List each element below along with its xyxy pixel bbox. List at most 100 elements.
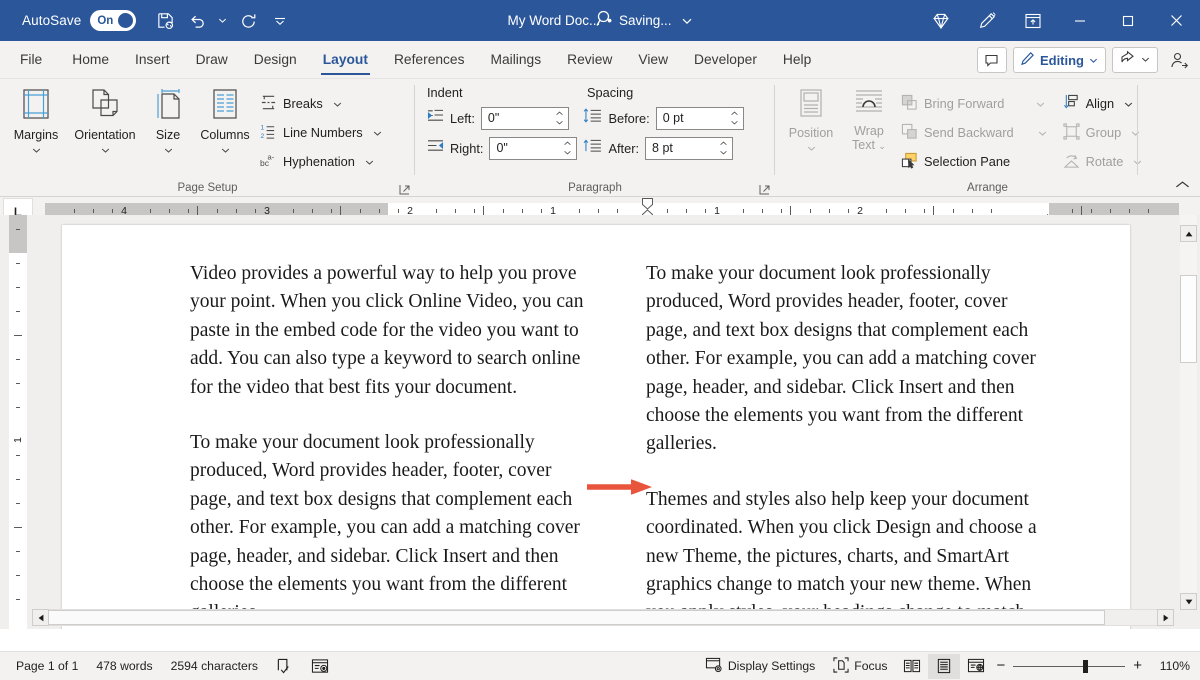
position-icon	[795, 87, 827, 122]
document-title[interactable]: My Word Doc...	[507, 13, 600, 28]
rotate-button[interactable]: Rotate	[1059, 147, 1147, 176]
comments-button[interactable]	[976, 47, 1007, 73]
maximize-button[interactable]	[1104, 0, 1152, 41]
indent-right-icon	[427, 138, 444, 158]
copilot-diamond-icon[interactable]	[918, 0, 964, 41]
tab-review[interactable]: Review	[554, 41, 625, 78]
page-indicator[interactable]: Page 1 of 1	[7, 655, 87, 678]
share-chevron-down-icon	[1141, 51, 1150, 69]
tab-draw[interactable]: Draw	[183, 41, 241, 78]
indent-left-input[interactable]: 0"	[480, 106, 569, 130]
position-button[interactable]: Position	[781, 83, 841, 180]
focus-button[interactable]: Focus	[824, 655, 896, 678]
send-backward-button[interactable]: Send Backward	[897, 118, 1051, 147]
spacing-after-spinner[interactable]	[719, 138, 728, 159]
ribbon-group-arrange: Position Wrap Text ⌄ Bring Forward Send …	[775, 79, 1200, 197]
columns-button[interactable]: Columns	[194, 83, 256, 180]
indent-left-label: Left:	[450, 110, 475, 126]
ribbon-tabs: File Home Insert Draw Design Layout Refe…	[0, 41, 1200, 79]
accessibility-checker-icon[interactable]	[302, 655, 338, 678]
horizontal-scrollbar-thumb[interactable]	[33, 610, 1105, 625]
paragraph[interactable]: To make your document look professionall…	[646, 260, 1046, 459]
scroll-left-button[interactable]	[32, 609, 49, 626]
line-numbers-button[interactable]: 1 2 Line Numbers	[256, 118, 386, 147]
pen-draw-icon[interactable]	[964, 0, 1010, 41]
minimize-button[interactable]	[1056, 0, 1104, 41]
breaks-button[interactable]: Breaks	[256, 89, 386, 118]
autosave-toggle[interactable]: On	[90, 10, 137, 31]
vertical-ruler[interactable]: 1 2	[9, 215, 27, 629]
collapse-ribbon-button[interactable]	[1172, 176, 1192, 194]
zoom-slider[interactable]	[1013, 659, 1126, 673]
search-button[interactable]	[595, 8, 615, 33]
paragraph[interactable]: Video provides a powerful way to help yo…	[190, 260, 590, 402]
zoom-in-button[interactable]: +	[1133, 658, 1142, 673]
scroll-right-button[interactable]	[1157, 609, 1174, 626]
group-button[interactable]: Group	[1059, 118, 1147, 147]
tab-mailings[interactable]: Mailings	[478, 41, 555, 78]
tab-help[interactable]: Help	[770, 41, 824, 78]
tab-view[interactable]: View	[625, 41, 681, 78]
orientation-button[interactable]: Orientation	[68, 83, 142, 180]
tab-references[interactable]: References	[381, 41, 478, 78]
bring-forward-button[interactable]: Bring Forward	[897, 89, 1051, 118]
indent-right-label: Right:	[450, 140, 484, 156]
character-count[interactable]: 2594 characters	[162, 655, 267, 678]
scroll-down-button[interactable]	[1180, 593, 1197, 610]
page-setup-dialog-launcher[interactable]	[397, 182, 411, 196]
hyphenation-button[interactable]: bc a- Hyphenation	[256, 147, 386, 176]
page-indicator-label: Page 1 of 1	[16, 659, 79, 673]
title-chevron-down-icon[interactable]	[681, 15, 693, 27]
undo-button[interactable]	[182, 6, 212, 36]
document-page[interactable]: Video provides a powerful way to help yo…	[62, 225, 1130, 629]
align-button[interactable]: Align	[1059, 89, 1147, 118]
tab-insert[interactable]: Insert	[122, 41, 183, 78]
tab-home[interactable]: Home	[59, 41, 122, 78]
word-count[interactable]: 478 words	[87, 655, 161, 678]
indent-right-spinner[interactable]	[563, 138, 572, 159]
tab-developer[interactable]: Developer	[681, 41, 770, 78]
redo-button[interactable]	[233, 6, 263, 36]
spacing-before-spinner[interactable]	[730, 108, 739, 129]
scroll-up-button[interactable]	[1180, 225, 1197, 242]
vertical-scrollbar-thumb[interactable]	[1180, 275, 1197, 363]
paragraph[interactable]: Themes and styles also help keep your do…	[646, 486, 1046, 629]
print-layout-button[interactable]	[928, 653, 961, 679]
customize-quick-access-toolbar-icon[interactable]	[265, 6, 295, 36]
tab-label: Design	[253, 52, 297, 67]
spacing-before-input[interactable]: 0 pt	[655, 106, 744, 130]
tab-layout[interactable]: Layout	[310, 41, 381, 78]
zoom-slider-thumb[interactable]	[1083, 659, 1089, 673]
zoom-level-label[interactable]: 110%	[1150, 659, 1190, 673]
close-button[interactable]	[1152, 0, 1200, 41]
indent-left-spinner[interactable]	[555, 108, 564, 129]
paragraph-dialog-launcher[interactable]	[757, 182, 771, 196]
display-settings-button[interactable]: Display Settings	[696, 655, 824, 678]
indent-right-input[interactable]: 0"	[489, 136, 578, 160]
save-button[interactable]	[150, 6, 180, 36]
editing-mode-button[interactable]: Editing	[1012, 47, 1106, 73]
size-button[interactable]: Size	[142, 83, 194, 180]
horizontal-scrollbar[interactable]	[32, 609, 1174, 626]
zoom-control[interactable]: − + 110%	[996, 658, 1190, 673]
tab-file[interactable]: File	[0, 41, 59, 78]
ribbon-display-options-icon[interactable]	[1010, 0, 1056, 41]
margins-button[interactable]: Margins	[4, 83, 68, 180]
undo-chevron-down-icon[interactable]	[214, 6, 231, 36]
wrap-text-button[interactable]: Wrap Text ⌄	[841, 83, 897, 180]
share-button[interactable]	[1112, 47, 1158, 73]
paragraph[interactable]: To make your document look professionall…	[190, 429, 590, 628]
tab-design[interactable]: Design	[241, 41, 310, 78]
proofing-errors-icon[interactable]	[267, 655, 302, 678]
chevron-down-icon	[807, 141, 816, 155]
send-backward-icon	[901, 123, 918, 143]
read-mode-button[interactable]	[896, 654, 928, 679]
chevron-down-icon	[32, 143, 41, 157]
vertical-scrollbar[interactable]	[1180, 215, 1197, 610]
spacing-after-input[interactable]: 8 pt	[645, 136, 734, 160]
share-with-people-icon[interactable]	[1164, 47, 1194, 73]
zoom-out-button[interactable]: −	[996, 658, 1005, 673]
chevron-down-icon	[1036, 96, 1045, 111]
web-layout-button[interactable]	[960, 654, 992, 679]
selection-pane-button[interactable]: Selection Pane	[897, 147, 1051, 176]
